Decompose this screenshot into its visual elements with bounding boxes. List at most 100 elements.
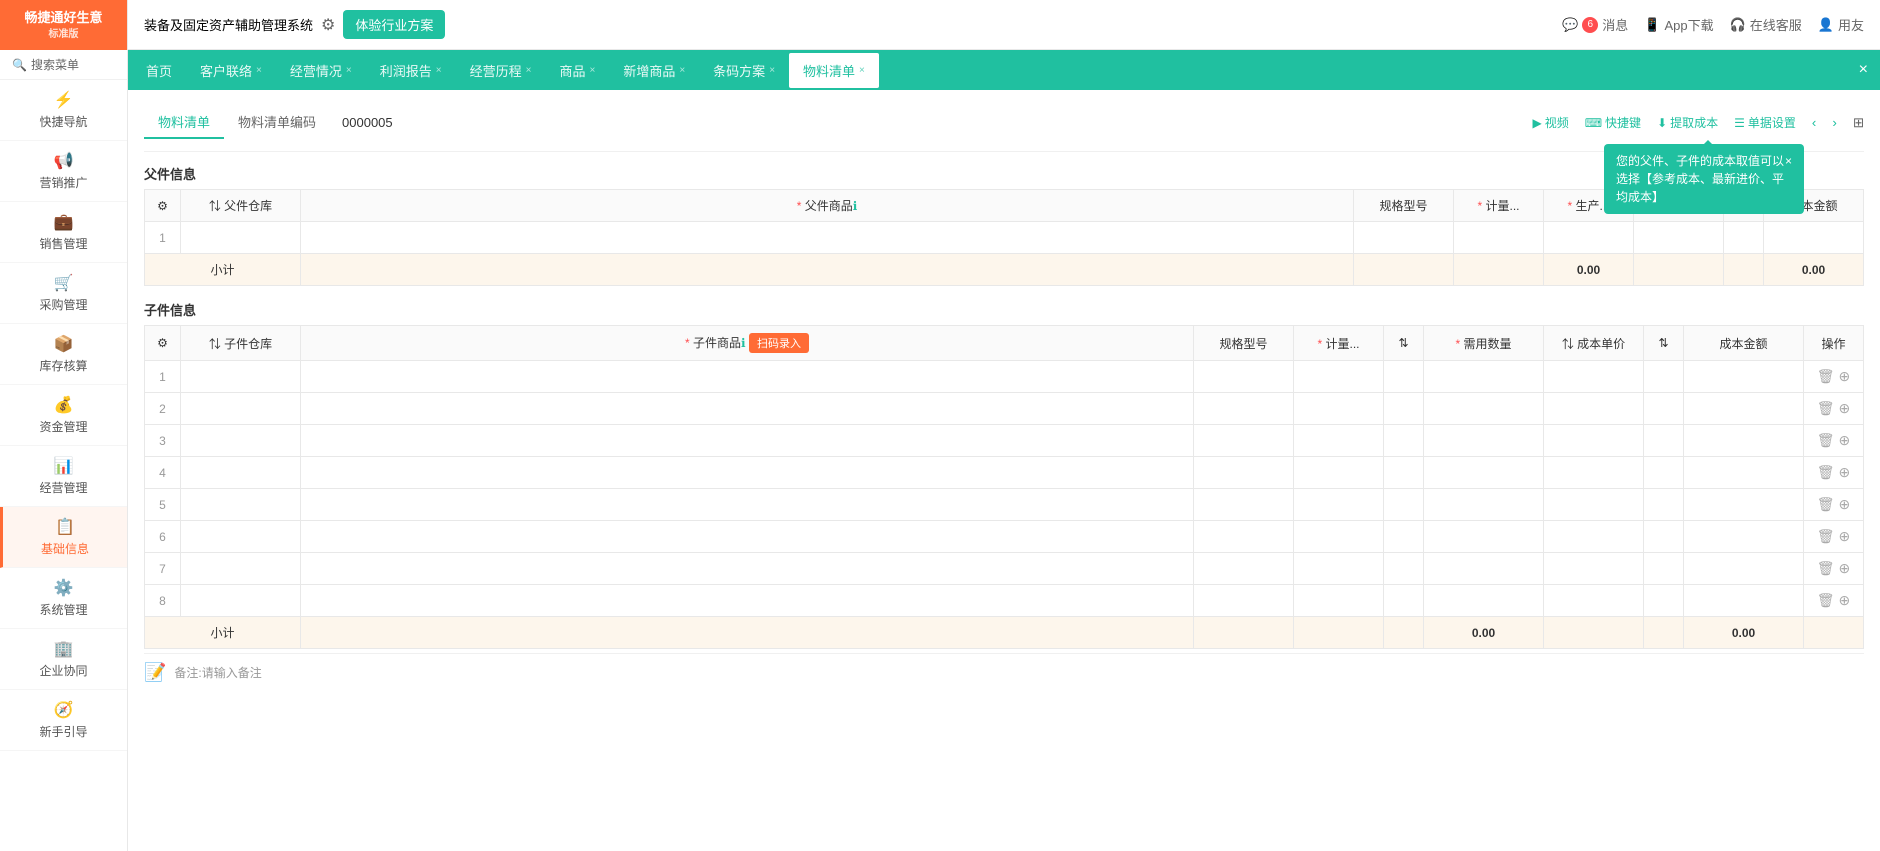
sidebar-item-marketing[interactable]: 📢 营销推广: [0, 141, 127, 202]
tab-customer-close[interactable]: ×: [256, 65, 262, 76]
parent-row-warehouse[interactable]: [181, 222, 301, 254]
child-row-quantity[interactable]: [1424, 553, 1544, 585]
child-row-goods[interactable]: [301, 521, 1194, 553]
tab-goods[interactable]: 商品 ×: [545, 53, 609, 88]
sidebar-item-quick-nav[interactable]: ⚡ 快捷导航: [0, 80, 127, 141]
delete-icon[interactable]: 🗑: [1817, 400, 1835, 417]
copy-icon[interactable]: ⊕: [1839, 528, 1851, 545]
copy-icon[interactable]: ⊕: [1839, 496, 1851, 513]
view-btn[interactable]: ▶ 视频: [1532, 114, 1568, 131]
tab-operations[interactable]: 经营情况 ×: [276, 53, 366, 88]
prev-btn[interactable]: ‹: [1812, 115, 1816, 130]
child-row-quantity[interactable]: [1424, 361, 1544, 393]
child-row-warehouse[interactable]: [181, 457, 301, 489]
tooltip-close-btn[interactable]: ×: [1785, 152, 1792, 170]
gear-button[interactable]: ⚙: [321, 15, 335, 35]
child-row-unit[interactable]: [1294, 585, 1384, 617]
sidebar-item-inventory[interactable]: 📦 库存核算: [0, 324, 127, 385]
delete-icon[interactable]: 🗑: [1817, 528, 1835, 545]
child-row-unit[interactable]: [1294, 489, 1384, 521]
single-settings-btn[interactable]: ☰ 单据设置: [1734, 114, 1796, 131]
message-action[interactable]: 💬 6 消息: [1562, 15, 1628, 34]
online-service-action[interactable]: 🎧 在线客服: [1730, 15, 1802, 34]
tab-new-goods-close[interactable]: ×: [679, 65, 685, 76]
parent-row-goods[interactable]: [301, 222, 1354, 254]
child-row-unit[interactable]: [1294, 553, 1384, 585]
copy-icon[interactable]: ⊕: [1839, 464, 1851, 481]
child-row-goods[interactable]: [301, 489, 1194, 521]
child-row-warehouse[interactable]: [181, 361, 301, 393]
tab-operations-close[interactable]: ×: [346, 65, 352, 76]
sidebar-item-basic[interactable]: 📋 基础信息: [0, 507, 127, 568]
child-row-quantity[interactable]: [1424, 393, 1544, 425]
app-download-action[interactable]: 📱 App下载: [1644, 15, 1713, 34]
sub-tab-bom-code-label[interactable]: 物料清单编码: [224, 106, 330, 139]
shortcut-btn[interactable]: ⌨ 快捷键: [1585, 114, 1641, 131]
delete-icon[interactable]: 🗑: [1817, 432, 1835, 449]
tab-profit[interactable]: 利润报告 ×: [366, 53, 456, 88]
copy-icon[interactable]: ⊕: [1839, 560, 1851, 577]
note-placeholder[interactable]: 备注:请输入备注: [174, 664, 261, 681]
child-row-goods[interactable]: [301, 553, 1194, 585]
child-row-goods[interactable]: [301, 425, 1194, 457]
tab-new-goods[interactable]: 新增商品 ×: [609, 53, 699, 88]
child-row-goods[interactable]: [301, 585, 1194, 617]
sidebar-item-operations[interactable]: 📊 经营管理: [0, 446, 127, 507]
child-row-unit[interactable]: [1294, 361, 1384, 393]
child-row-unit[interactable]: [1294, 393, 1384, 425]
sidebar-item-enterprise[interactable]: 🏢 企业协同: [0, 629, 127, 690]
child-row-quantity[interactable]: [1424, 425, 1544, 457]
child-row-warehouse[interactable]: [181, 553, 301, 585]
child-row-goods[interactable]: [301, 457, 1194, 489]
tab-barcode-close[interactable]: ×: [769, 65, 775, 76]
copy-icon[interactable]: ⊕: [1839, 368, 1851, 385]
child-row-quantity[interactable]: [1424, 585, 1544, 617]
sidebar-item-system[interactable]: ⚙️ 系统管理: [0, 568, 127, 629]
child-row-warehouse[interactable]: [181, 489, 301, 521]
tab-bom[interactable]: 物料清单 ×: [789, 53, 879, 88]
sub-tab-bom-list[interactable]: 物料清单: [144, 106, 224, 139]
tab-profit-close[interactable]: ×: [436, 65, 442, 76]
child-row-warehouse[interactable]: [181, 521, 301, 553]
parent-row-unit[interactable]: [1454, 222, 1544, 254]
child-row-quantity[interactable]: [1424, 457, 1544, 489]
delete-icon[interactable]: 🗑: [1817, 496, 1835, 513]
sidebar-item-purchase[interactable]: 🛒 采购管理: [0, 263, 127, 324]
tab-customer[interactable]: 客户联络 ×: [186, 53, 276, 88]
delete-icon[interactable]: 🗑: [1817, 560, 1835, 577]
child-row-warehouse[interactable]: [181, 425, 301, 457]
delete-icon[interactable]: 🗑: [1817, 368, 1835, 385]
next-btn[interactable]: ›: [1832, 115, 1836, 130]
tab-biz-history-close[interactable]: ×: [526, 65, 532, 76]
sidebar-item-guide[interactable]: 🧭 新手引导: [0, 690, 127, 751]
child-row-goods[interactable]: [301, 361, 1194, 393]
child-row-warehouse[interactable]: [181, 393, 301, 425]
child-row-unit[interactable]: [1294, 457, 1384, 489]
user-action[interactable]: 👤 用友: [1818, 15, 1864, 34]
delete-icon[interactable]: 🗑: [1817, 464, 1835, 481]
sidebar-search[interactable]: 🔍 搜索菜单: [0, 50, 127, 80]
tab-home[interactable]: 首页: [132, 53, 186, 88]
tab-bom-close[interactable]: ×: [859, 65, 865, 76]
child-row-warehouse[interactable]: [181, 585, 301, 617]
tab-goods-close[interactable]: ×: [589, 65, 595, 76]
copy-icon[interactable]: ⊕: [1839, 592, 1851, 609]
sidebar-item-sales[interactable]: 💼 销售管理: [0, 202, 127, 263]
parent-row-production[interactable]: [1544, 222, 1634, 254]
copy-icon[interactable]: ⊕: [1839, 432, 1851, 449]
parent-row-cost[interactable]: [1634, 222, 1724, 254]
delete-icon[interactable]: 🗑: [1817, 592, 1835, 609]
extract-cost-btn[interactable]: ⬇ 提取成本: [1657, 114, 1718, 131]
trial-button[interactable]: 体验行业方案: [343, 10, 445, 39]
child-row-goods[interactable]: [301, 393, 1194, 425]
sidebar-item-finance[interactable]: 💰 资金管理: [0, 385, 127, 446]
tab-biz-history[interactable]: 经营历程 ×: [456, 53, 546, 88]
tabs-close-all[interactable]: ×: [1851, 61, 1876, 79]
child-row-quantity[interactable]: [1424, 521, 1544, 553]
child-row-unit[interactable]: [1294, 425, 1384, 457]
tab-barcode[interactable]: 条码方案 ×: [699, 53, 789, 88]
scan-button[interactable]: 扫码录入: [749, 333, 809, 353]
copy-icon[interactable]: ⊕: [1839, 400, 1851, 417]
child-row-quantity[interactable]: [1424, 489, 1544, 521]
child-row-unit[interactable]: [1294, 521, 1384, 553]
